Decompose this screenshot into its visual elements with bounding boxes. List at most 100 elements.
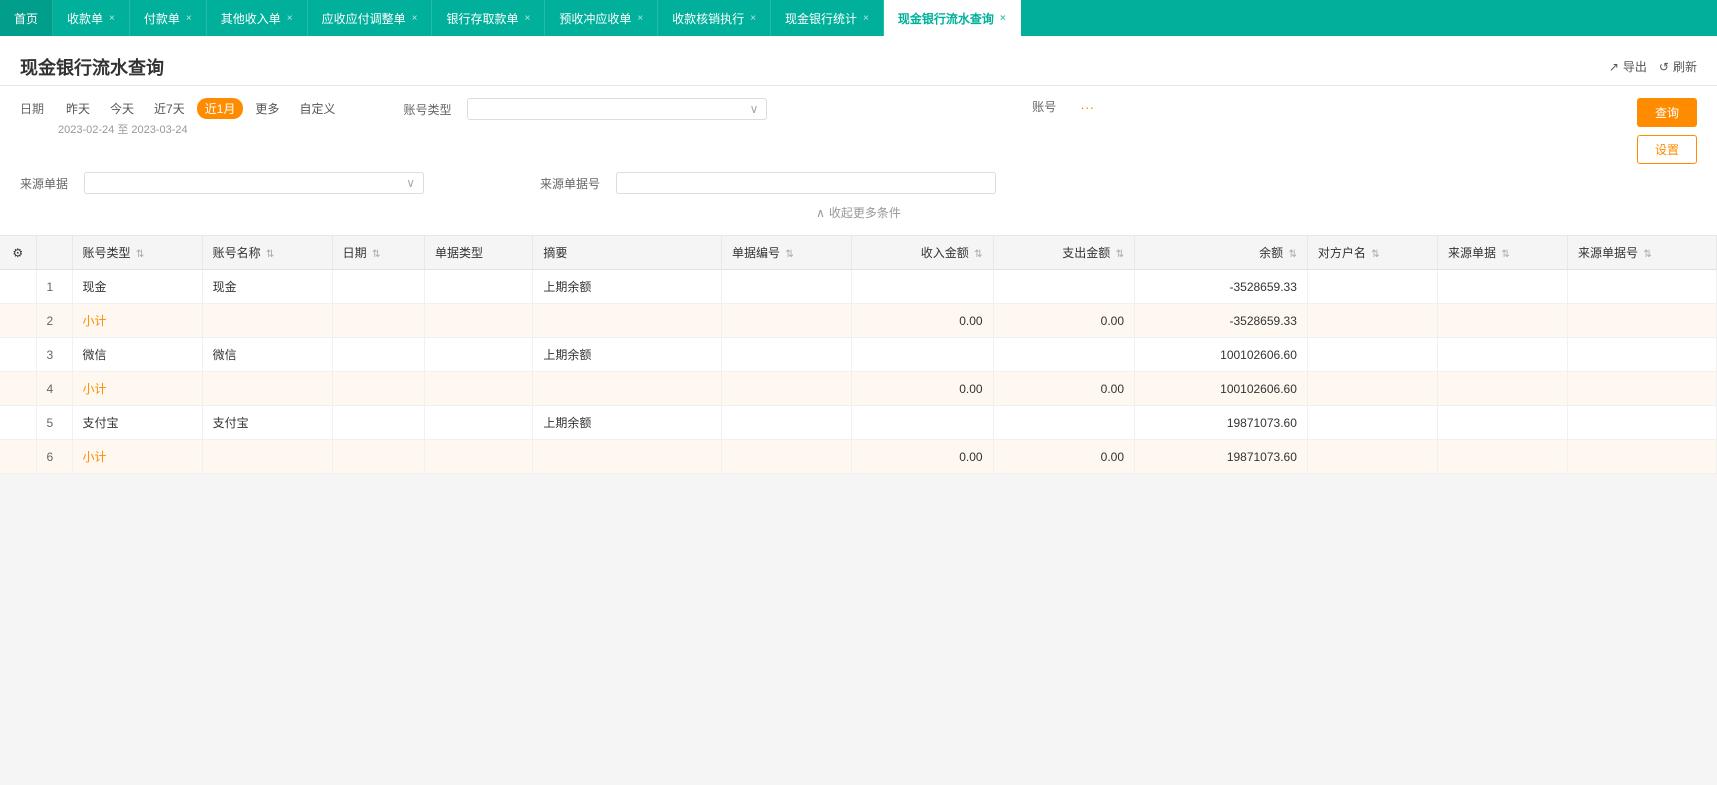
table-cell <box>722 372 852 406</box>
col-income[interactable]: 收入金额 ⇅ <box>852 236 993 270</box>
table-body: 1现金现金上期余额-3528659.332小计0.000.00-3528659.… <box>0 270 1717 474</box>
table-row[interactable]: 3微信微信上期余额100102606.60 <box>0 338 1717 372</box>
table-cell <box>1437 338 1567 372</box>
account-ellipsis[interactable]: ··· <box>1080 99 1094 115</box>
date-option-1month[interactable]: 近1月 <box>197 98 244 119</box>
date-label: 日期 <box>20 100 44 117</box>
page-title: 现金银行流水查询 <box>20 54 164 80</box>
table-cell <box>332 304 424 338</box>
nav-tab-ar-ap[interactable]: 应收应付调整单 × <box>308 0 433 36</box>
col-expense-label: 支出金额 <box>1062 246 1110 260</box>
table-cell: 小计 <box>72 304 202 338</box>
nav-writeoff-label: 收款核销执行 <box>672 10 744 27</box>
table-settings-icon[interactable]: ⚙ <box>12 246 23 260</box>
date-option-yesterday[interactable]: 昨天 <box>58 98 98 119</box>
col-expense[interactable]: 支出金额 ⇅ <box>993 236 1134 270</box>
table-cell <box>852 270 993 304</box>
collapse-button[interactable]: ∧ 收起更多条件 <box>816 204 901 221</box>
col-summary-label: 摘要 <box>543 246 567 260</box>
close-ar-ap-icon[interactable]: × <box>412 13 418 24</box>
nav-tab-other-income[interactable]: 其他收入单 × <box>207 0 308 36</box>
col-balance[interactable]: 余额 ⇅ <box>1135 236 1308 270</box>
chevron-up-icon: ∧ <box>816 206 825 220</box>
nav-home[interactable]: 首页 <box>0 0 53 36</box>
nav-ar-ap-label: 应收应付调整单 <box>322 10 406 27</box>
table-cell <box>202 304 332 338</box>
table-cell <box>0 270 36 304</box>
table-cell <box>332 406 424 440</box>
col-account-type[interactable]: 账号类型 ⇅ <box>72 236 202 270</box>
close-bank-icon[interactable]: × <box>524 13 530 24</box>
table-cell <box>1307 440 1437 474</box>
table-cell: 微信 <box>72 338 202 372</box>
table-row[interactable]: 6小计0.000.0019871073.60 <box>0 440 1717 474</box>
col-date[interactable]: 日期 ⇅ <box>332 236 424 270</box>
col-counterparty[interactable]: 对方户名 ⇅ <box>1307 236 1437 270</box>
sort-date-icon: ⇅ <box>372 249 380 260</box>
data-table: ⚙ 账号类型 ⇅ 账号名称 ⇅ 日期 ⇅ 单据类型 <box>0 236 1717 474</box>
source-doc-no-input[interactable] <box>616 172 996 194</box>
table-cell: 100102606.60 <box>1135 338 1308 372</box>
table-cell <box>0 372 36 406</box>
account-type-select[interactable]: ∨ <box>467 98 767 120</box>
table-cell: 19871073.60 <box>1135 406 1308 440</box>
close-stats-icon[interactable]: × <box>863 13 869 24</box>
table-cell: 4 <box>36 372 72 406</box>
col-account-name[interactable]: 账号名称 ⇅ <box>202 236 332 270</box>
table-cell: 5 <box>36 406 72 440</box>
account-type-label: 账号类型 <box>403 101 451 118</box>
date-option-more[interactable]: 更多 <box>247 98 287 119</box>
close-prepaid-icon[interactable]: × <box>637 13 643 24</box>
nav-tab-writeoff[interactable]: 收款核销执行 × <box>658 0 771 36</box>
table-cell: 小计 <box>72 372 202 406</box>
date-option-custom[interactable]: 自定义 <box>291 98 343 119</box>
table-cell <box>1307 406 1437 440</box>
close-payments-icon[interactable]: × <box>186 13 192 24</box>
nav-tab-bank[interactable]: 银行存取款单 × <box>432 0 545 36</box>
close-cash-query-icon[interactable]: × <box>1000 13 1006 24</box>
close-receipts-icon[interactable]: × <box>109 13 115 24</box>
table-cell <box>1568 338 1717 372</box>
col-doc-type-label: 单据类型 <box>435 246 483 260</box>
nav-other-income-label: 其他收入单 <box>221 10 281 27</box>
sort-source-doc-no-icon: ⇅ <box>1643 249 1651 260</box>
col-source-doc-no[interactable]: 来源单据号 ⇅ <box>1568 236 1717 270</box>
table-row[interactable]: 4小计0.000.00100102606.60 <box>0 372 1717 406</box>
table-cell <box>0 338 36 372</box>
table-cell <box>993 406 1134 440</box>
nav-tab-stats[interactable]: 现金银行统计 × <box>771 0 884 36</box>
export-icon: ↗ <box>1609 60 1619 74</box>
col-settings[interactable]: ⚙ <box>0 236 36 270</box>
export-button[interactable]: ↗ 导出 <box>1609 58 1647 75</box>
sort-income-icon: ⇅ <box>974 249 982 260</box>
table-row[interactable]: 5支付宝支付宝上期余额19871073.60 <box>0 406 1717 440</box>
col-doc-no[interactable]: 单据编号 ⇅ <box>722 236 852 270</box>
col-seq <box>36 236 72 270</box>
refresh-label: 刷新 <box>1673 58 1697 75</box>
nav-tab-cash-query[interactable]: 现金银行流水查询 × <box>884 0 1021 36</box>
settings-button[interactable]: 设置 <box>1637 135 1697 164</box>
col-source-doc[interactable]: 来源单据 ⇅ <box>1437 236 1567 270</box>
sort-source-doc-icon: ⇅ <box>1501 249 1509 260</box>
date-option-7days[interactable]: 近7天 <box>146 98 193 119</box>
page-header: 现金银行流水查询 ↗ 导出 ↺ 刷新 <box>0 36 1717 86</box>
table-row[interactable]: 2小计0.000.00-3528659.33 <box>0 304 1717 338</box>
table-cell: 支付宝 <box>72 406 202 440</box>
nav-tab-prepaid[interactable]: 预收冲应收单 × <box>545 0 658 36</box>
table-cell <box>852 338 993 372</box>
col-counterparty-label: 对方户名 <box>1318 246 1366 260</box>
table-row[interactable]: 1现金现金上期余额-3528659.33 <box>0 270 1717 304</box>
date-option-today[interactable]: 今天 <box>102 98 142 119</box>
refresh-button[interactable]: ↺ 刷新 <box>1659 58 1697 75</box>
table-cell: 100102606.60 <box>1135 372 1308 406</box>
close-other-income-icon[interactable]: × <box>287 13 293 24</box>
table-cell <box>1568 270 1717 304</box>
source-doc-select[interactable]: ∨ <box>84 172 424 194</box>
query-button[interactable]: 查询 <box>1637 98 1697 127</box>
nav-tab-receipts[interactable]: 收款单 × <box>53 0 130 36</box>
table-cell <box>424 304 532 338</box>
nav-receipts-label: 收款单 <box>67 10 103 27</box>
nav-tab-payments[interactable]: 付款单 × <box>130 0 207 36</box>
close-writeoff-icon[interactable]: × <box>750 13 756 24</box>
table-cell: 0.00 <box>993 440 1134 474</box>
